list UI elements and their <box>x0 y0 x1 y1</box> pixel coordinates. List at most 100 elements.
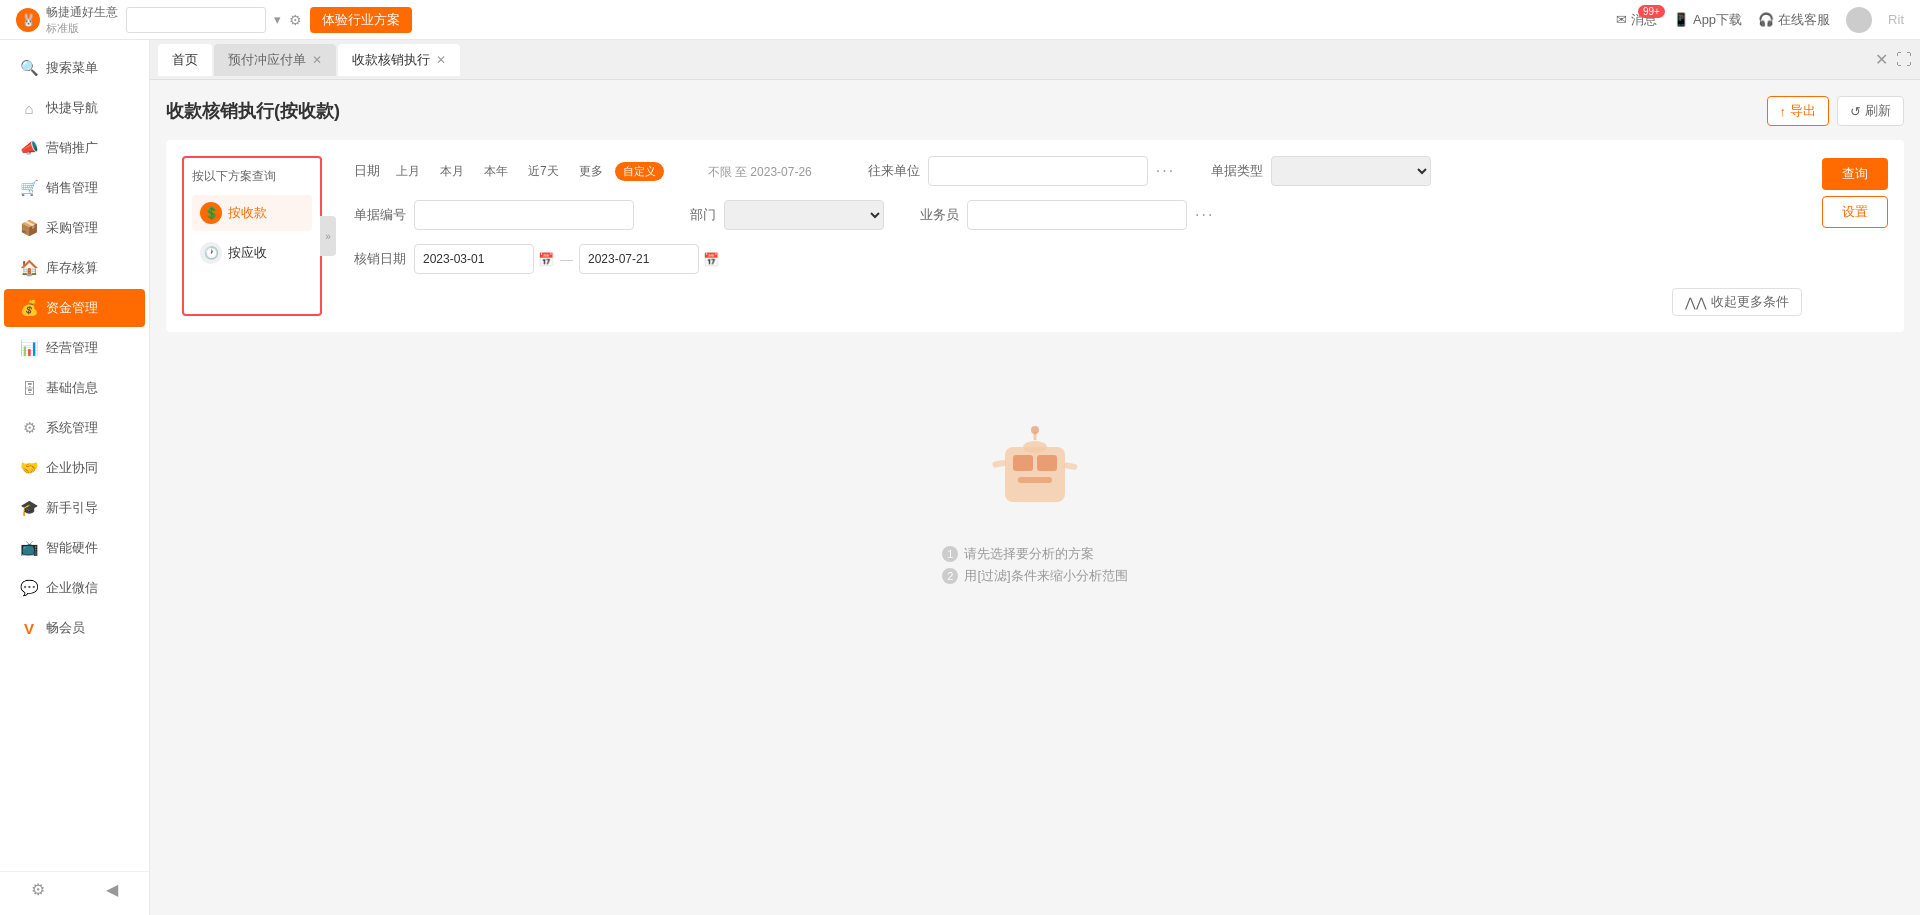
date-field: 日期 上月 本月 本年 近7天 更多 自定义 <box>354 161 812 182</box>
offset-date-start-input[interactable] <box>414 244 534 274</box>
date-tab-7days[interactable]: 近7天 <box>520 161 567 182</box>
partner-dots-icon[interactable]: ··· <box>1156 162 1175 180</box>
filter-collapse-button[interactable]: » <box>320 216 336 256</box>
offset-date-end-cal-icon[interactable]: 📅 <box>703 252 719 267</box>
staff-input[interactable] <box>967 200 1187 230</box>
sidebar-label-sales: 销售管理 <box>46 179 98 197</box>
tab-home[interactable]: 首页 <box>158 44 212 76</box>
headset-icon: 🎧 <box>1758 12 1774 27</box>
sidebar-item-smart-hw[interactable]: 📺 智能硬件 <box>4 529 145 567</box>
offset-date-end-input[interactable] <box>579 244 699 274</box>
user-avatar[interactable] <box>1846 7 1872 33</box>
date-tab-this-year[interactable]: 本年 <box>476 161 516 182</box>
sidebar-label-wechat: 企业微信 <box>46 579 98 597</box>
empty-hint-1: 1 请先选择要分析的方案 <box>942 545 1127 563</box>
sidebar-item-inventory[interactable]: 🏠 库存核算 <box>4 249 145 287</box>
sidebar-item-quick-nav[interactable]: ⌂ 快捷导航 <box>4 89 145 127</box>
staff-field: 业务员 ··· <box>920 200 1214 230</box>
refresh-icon: ↺ <box>1850 104 1861 119</box>
partner-label: 往来单位 <box>868 162 920 180</box>
top-search-input[interactable] <box>126 7 266 33</box>
sidebar-label-finance: 资金管理 <box>46 299 98 317</box>
sidebar: 🔍 搜索菜单 ⌂ 快捷导航 📣 营销推广 🛒 销售管理 📦 采购管理 🏠 库存核… <box>0 40 150 915</box>
date-tabs: 上月 本月 本年 近7天 更多 自定义 <box>388 161 664 182</box>
query-button[interactable]: 查询 <box>1822 158 1888 190</box>
hint-num-1: 1 <box>942 546 958 562</box>
filter-form: 日期 上月 本月 本年 近7天 更多 自定义 <box>334 156 1888 316</box>
tab-close-all-icon[interactable]: ✕ <box>1875 50 1888 69</box>
sidebar-item-member[interactable]: V 畅会员 <box>4 609 145 647</box>
partner-field: 往来单位 ··· <box>868 156 1175 186</box>
partner-input[interactable] <box>928 156 1148 186</box>
tab-prepay-offset[interactable]: 预付冲应付单 ✕ <box>214 44 336 76</box>
sales-icon: 🛒 <box>20 179 38 197</box>
settings-button[interactable]: 设置 <box>1822 196 1888 228</box>
date-tab-this-month[interactable]: 本月 <box>432 161 472 182</box>
collapse-more-button[interactable]: ⋀⋀ 收起更多条件 <box>1672 288 1802 316</box>
sidebar-item-basic-info[interactable]: 🗄 基础信息 <box>4 369 145 407</box>
sidebar-item-finance[interactable]: 💰 资金管理 <box>4 289 145 327</box>
tab-receivable-close-icon[interactable]: ✕ <box>436 53 446 67</box>
offset-date-start-cal-icon[interactable]: 📅 <box>538 252 554 267</box>
date-dash: — <box>560 252 573 267</box>
sidebar-item-guide[interactable]: 🎓 新手引导 <box>4 489 145 527</box>
sidebar-label-member: 畅会员 <box>46 619 85 637</box>
phone-icon: 📱 <box>1673 12 1689 27</box>
sidebar-label-quick-nav: 快捷导航 <box>46 99 98 117</box>
dept-select[interactable] <box>724 200 884 230</box>
refresh-button[interactable]: ↺ 刷新 <box>1837 96 1904 126</box>
receipt-option-icon: 💲 <box>200 202 222 224</box>
empty-state: 1 请先选择要分析的方案 2 用[过滤]条件来缩小分析范围 <box>166 332 1904 669</box>
date-tab-last-month[interactable]: 上月 <box>388 161 428 182</box>
sidebar-item-wechat[interactable]: 💬 企业微信 <box>4 569 145 607</box>
svg-point-4 <box>1023 441 1047 453</box>
doc-type-select[interactable] <box>1271 156 1431 186</box>
tab-maximize-icon[interactable]: ⛶ <box>1896 51 1912 69</box>
inventory-icon: 🏠 <box>20 259 38 277</box>
sidebar-item-system[interactable]: ⚙ 系统管理 <box>4 409 145 447</box>
sidebar-item-marketing[interactable]: 📣 营销推广 <box>4 129 145 167</box>
offset-date-start-wrap: 📅 <box>414 244 554 274</box>
export-button[interactable]: ↑ 导出 <box>1767 96 1830 126</box>
filter-option-by-receipt[interactable]: 💲 按收款 <box>192 195 312 231</box>
filter-option-by-receivable[interactable]: 🕐 按应收 <box>192 235 312 271</box>
sidebar-item-sales[interactable]: 🛒 销售管理 <box>4 169 145 207</box>
sidebar-item-search-menu[interactable]: 🔍 搜索菜单 <box>4 49 145 87</box>
app-download-button[interactable]: 📱 App下载 <box>1673 11 1742 29</box>
message-badge: 99+ <box>1638 5 1665 18</box>
collapse-up-icon: ⋀⋀ <box>1685 295 1707 310</box>
sidebar-item-business[interactable]: 📊 经营管理 <box>4 329 145 367</box>
sidebar-label-guide: 新手引导 <box>46 499 98 517</box>
doc-no-input[interactable] <box>414 200 634 230</box>
sidebar-gear-icon[interactable]: ⚙ <box>31 880 45 899</box>
tab-right-actions: ✕ ⛶ <box>1875 50 1912 69</box>
tab-prepay-close-icon[interactable]: ✕ <box>312 53 322 67</box>
date-label: 日期 <box>354 162 380 180</box>
marketing-icon: 📣 <box>20 139 38 157</box>
offset-date-end-wrap: 📅 <box>579 244 719 274</box>
doc-no-label: 单据编号 <box>354 206 406 224</box>
date-tab-more[interactable]: 更多 <box>571 161 611 182</box>
sidebar-label-basic-info: 基础信息 <box>46 379 98 397</box>
query-actions: 查询 设置 <box>1822 156 1888 228</box>
svg-rect-3 <box>1018 477 1052 483</box>
empty-hints: 1 请先选择要分析的方案 2 用[过滤]条件来缩小分析范围 <box>942 545 1127 589</box>
online-service-button[interactable]: 🎧 在线客服 <box>1758 11 1830 29</box>
sidebar-item-purchase[interactable]: 📦 采购管理 <box>4 209 145 247</box>
home-icon: ⌂ <box>20 100 38 117</box>
sidebar-item-collab[interactable]: 🤝 企业协同 <box>4 449 145 487</box>
messages-button[interactable]: ✉ 消息 99+ <box>1616 11 1657 29</box>
date-tab-custom[interactable]: 自定义 <box>615 162 664 181</box>
dropdown-icon[interactable]: ▾ <box>274 12 281 27</box>
gear-icon[interactable]: ⚙ <box>289 12 302 28</box>
filter-main-rows: 日期 上月 本月 本年 近7天 更多 自定义 <box>354 156 1802 316</box>
sidebar-collapse-icon[interactable]: ◀ <box>106 880 118 899</box>
purchase-icon: 📦 <box>20 219 38 237</box>
trial-button[interactable]: 体验行业方案 <box>310 7 412 33</box>
tab-receivable-offset[interactable]: 收款核销执行 ✕ <box>338 44 460 76</box>
staff-dots-icon[interactable]: ··· <box>1195 206 1214 224</box>
brand-name: 畅捷通好生意 <box>46 4 118 21</box>
content-area: 收款核销执行(按收款) ↑ 导出 ↺ 刷新 按以下方案查询 <box>150 80 1920 915</box>
page-title: 收款核销执行(按收款) <box>166 99 340 123</box>
member-icon: V <box>20 620 38 637</box>
